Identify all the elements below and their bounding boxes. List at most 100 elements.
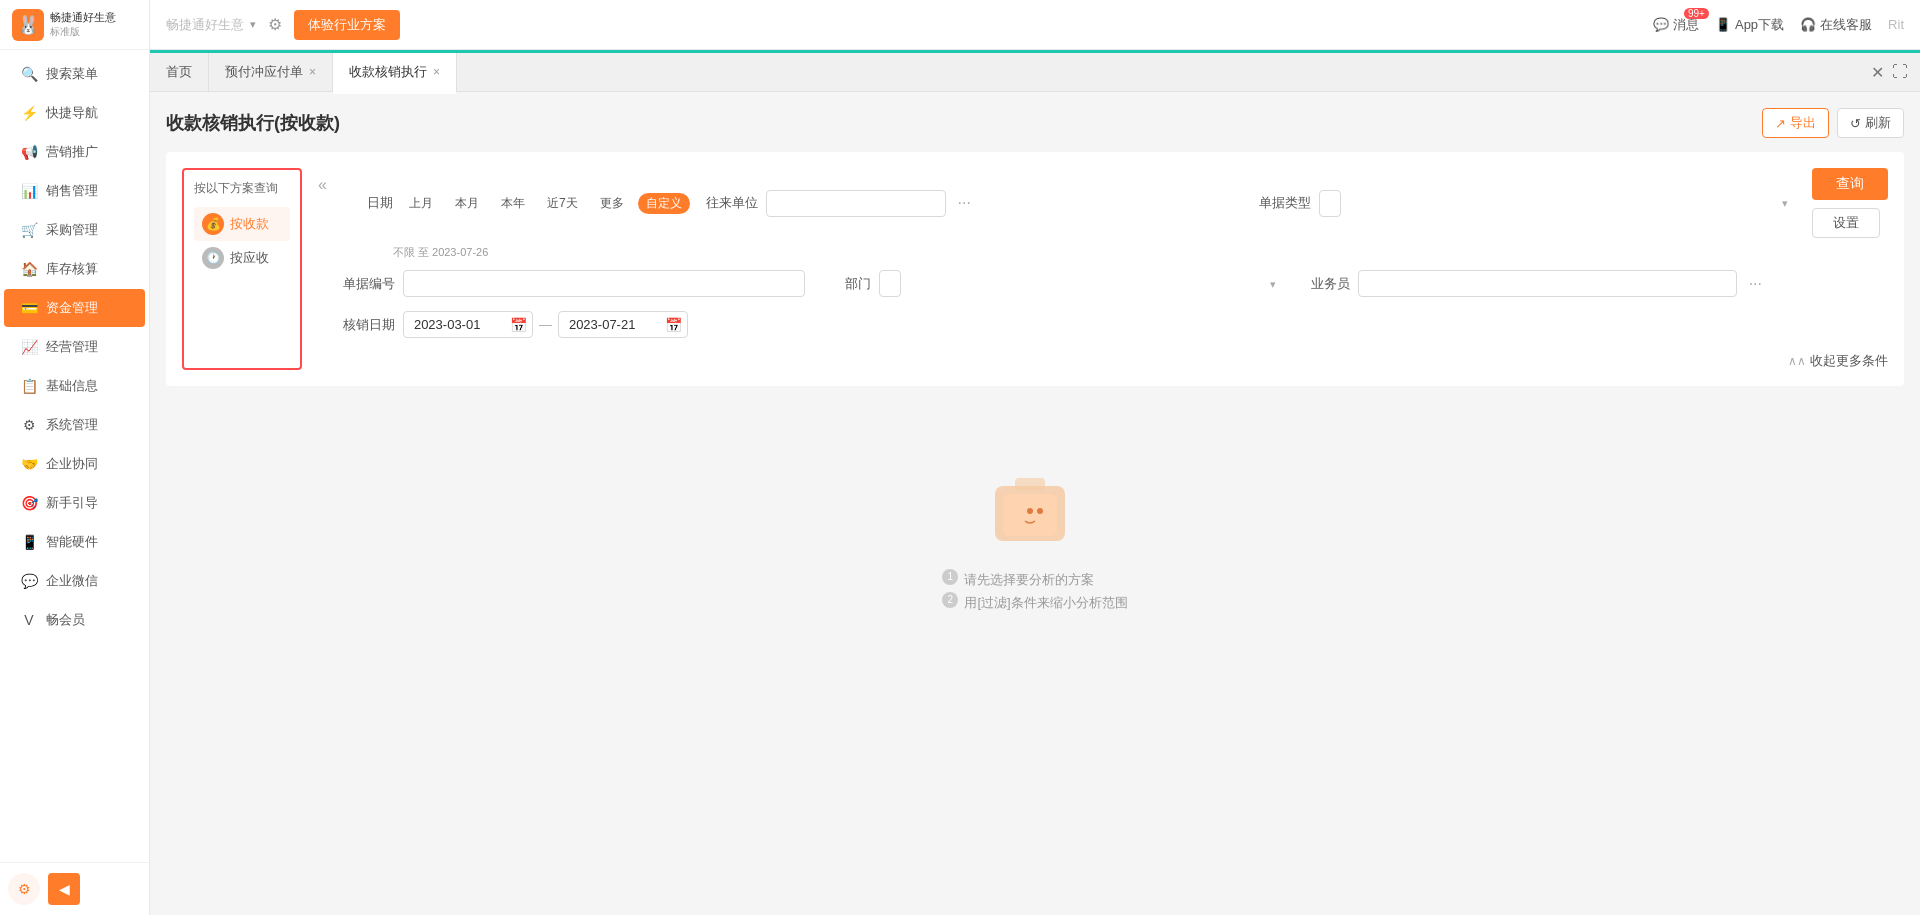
sidebar-item-11[interactable]: 🎯新手引导 [4,484,145,522]
counterparty-filter-group: 往来单位 ··· [706,190,1243,217]
service-label: 在线客服 [1820,16,1872,34]
sidebar-item-12[interactable]: 📱智能硬件 [4,523,145,561]
nav-icon-12: 📱 [20,534,38,550]
header-gear-icon[interactable]: ⚙ [268,15,282,34]
doc-no-input[interactable] [403,270,805,297]
nav-label-2: 营销推广 [46,143,98,161]
counterparty-more-icon[interactable]: ··· [958,194,971,212]
date-tabs: 上月 本月 本年 近7天 更多 自定义 [401,193,690,214]
sidebar-item-7[interactable]: 📈经营管理 [4,328,145,366]
nav-label-8: 基础信息 [46,377,98,395]
tab-close-1[interactable]: × [309,66,316,78]
step-1-text: 请先选择要分析的方案 [964,568,1094,591]
tab-label-1: 预付冲应付单 [225,63,303,81]
doc-type-select-wrapper: ▾ [1319,190,1796,217]
empty-illustration [985,466,1085,556]
close-window-icon[interactable]: ✕ [1871,63,1884,82]
top-header: 畅捷通好生意 ▾ ⚙ 体验行业方案 💬 消息 99+ 📱 App下载 🎧 在线客… [150,0,1920,50]
sidebar-item-2[interactable]: 📢 营销推广 [4,133,145,171]
start-calendar-icon[interactable]: 📅 [510,317,527,333]
nav-label-4: 采购管理 [46,221,98,239]
header-dropdown-icon[interactable]: ▾ [250,18,256,31]
sidebar-item-14[interactable]: V畅会员 [4,601,145,639]
filter-collapse-btn[interactable]: « [314,176,331,194]
tab-label-0: 首页 [166,63,192,81]
date-separator: — [539,317,552,332]
expand-icon[interactable]: ⛶ [1892,63,1908,81]
sidebar-collapse-btn[interactable]: ◀ [48,873,80,905]
collapse-more-label: 收起更多条件 [1810,352,1888,370]
dept-filter-group: 部门 ▾ [821,270,1283,297]
svg-rect-4 [1015,478,1045,490]
nav-label-6: 资金管理 [46,299,98,317]
empty-state: 1 请先选择要分析的方案 2 用[过滤]条件来缩小分析范围 [166,386,1904,695]
salesperson-input[interactable] [1358,270,1737,297]
filter-type-by-receipt[interactable]: 💰 按收款 [194,207,290,241]
doc-no-label: 单据编号 [343,275,395,293]
nav-label-1: 快捷导航 [46,104,98,122]
export-button[interactable]: ↗ 导出 [1762,108,1829,138]
step-2-num: 2 [942,592,958,608]
sidebar-item-4[interactable]: 🛒采购管理 [4,211,145,249]
tab-0[interactable]: 首页 [150,53,209,91]
nav-icon-14: V [20,612,38,628]
nav-icon-8: 📋 [20,378,38,394]
header-app-download[interactable]: 📱 App下载 [1715,16,1784,34]
tab-close-2[interactable]: × [433,66,440,78]
main-area: 畅捷通好生意 ▾ ⚙ 体验行业方案 💬 消息 99+ 📱 App下载 🎧 在线客… [150,0,1920,915]
counterparty-input[interactable] [766,190,946,217]
header-message[interactable]: 💬 消息 99+ [1653,16,1699,34]
header-brand-text: 畅捷通好生意 [166,16,244,34]
date-tab-this-month[interactable]: 本月 [447,193,487,214]
collapse-more-conditions[interactable]: ∧∧ 收起更多条件 [343,352,1888,370]
filter-type-header: 按以下方案查询 [194,180,290,197]
tab-2[interactable]: 收款核销执行 × [333,53,457,94]
filter-type-by-receivable[interactable]: 🕐 按应收 [194,241,290,275]
query-button[interactable]: 查询 [1812,168,1888,200]
empty-text: 1 请先选择要分析的方案 2 用[过滤]条件来缩小分析范围 [942,568,1127,615]
empty-step-2: 2 用[过滤]条件来缩小分析范围 [942,591,1127,614]
tab-label-2: 收款核销执行 [349,63,427,81]
tab-1[interactable]: 预付冲应付单 × [209,53,333,91]
logo-sub: 标准版 [50,25,116,39]
nav-icon-2: 📢 [20,144,38,160]
page-title: 收款核销执行(按收款) [166,111,340,135]
dept-select[interactable] [879,270,901,297]
setting-button[interactable]: 设置 [1812,208,1880,238]
service-icon: 🎧 [1800,17,1816,32]
receivable-icon: 🕐 [202,247,224,269]
doc-type-select[interactable] [1319,190,1341,217]
salesperson-more-icon[interactable]: ··· [1749,275,1762,293]
nav-icon-11: 🎯 [20,495,38,511]
date-tab-this-year[interactable]: 本年 [493,193,533,214]
sidebar-item-10[interactable]: 🤝企业协同 [4,445,145,483]
refresh-button[interactable]: ↺ 刷新 [1837,108,1904,138]
filter-type-receivable-label: 按应收 [230,249,269,267]
export-icon: ↗ [1775,116,1786,131]
sidebar-item-0[interactable]: 🔍搜索菜单 [4,55,145,93]
sidebar-item-13[interactable]: 💬企业微信 [4,562,145,600]
sidebar-item-1[interactable]: ⚡快捷导航 [4,94,145,132]
header-online-service[interactable]: 🎧 在线客服 [1800,16,1872,34]
date-tab-last-month[interactable]: 上月 [401,193,441,214]
date-tab-more[interactable]: 更多 [592,193,632,214]
nav-label-3: 销售管理 [46,182,98,200]
sidebar-item-6[interactable]: 💳资金管理 [4,289,145,327]
sidebar-settings-btn[interactable]: ⚙ [8,873,40,905]
nav-icon-10: 🤝 [20,456,38,472]
nav-icon-9: ⚙ [20,417,38,433]
nav-icon-13: 💬 [20,573,38,589]
solution-button[interactable]: 体验行业方案 [294,10,400,40]
sidebar-item-9[interactable]: ⚙系统管理 [4,406,145,444]
sidebar-item-8[interactable]: 📋 基础信息 [4,367,145,405]
message-icon: 💬 [1653,17,1669,32]
sidebar-item-5[interactable]: 🏠库存核算 [4,250,145,288]
sidebar-item-3[interactable]: 📊销售管理 [4,172,145,210]
step-1-num: 1 [942,569,958,585]
message-badge: 99+ [1684,8,1709,19]
salesperson-label: 业务员 [1300,275,1350,293]
sidebar-bottom: ⚙ ◀ [0,862,149,915]
date-tab-7days[interactable]: 近7天 [539,193,586,214]
date-tab-custom[interactable]: 自定义 [638,193,690,214]
end-calendar-icon[interactable]: 📅 [665,317,682,333]
